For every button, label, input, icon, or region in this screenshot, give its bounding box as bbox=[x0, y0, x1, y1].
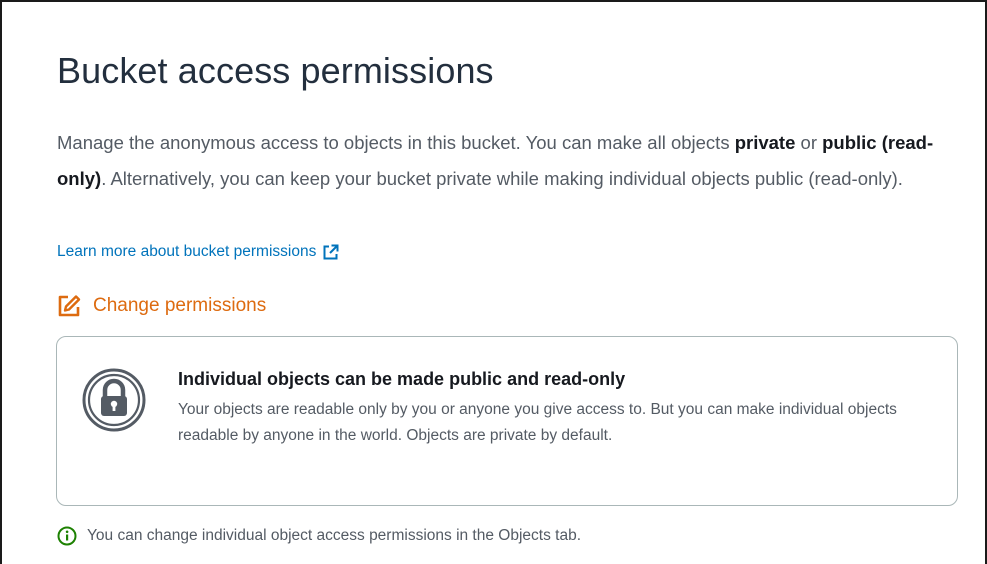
learn-more-label: Learn more about bucket permissions bbox=[57, 243, 317, 260]
frame-border-top bbox=[0, 0, 987, 2]
info-icon bbox=[57, 526, 77, 546]
description-text: . Alternatively, you can keep your bucke… bbox=[101, 168, 903, 189]
private-emphasis: private bbox=[734, 132, 796, 153]
external-link-icon bbox=[323, 244, 339, 259]
page-title: Bucket access permissions bbox=[57, 50, 494, 91]
learn-more-link[interactable]: Learn more about bucket permissions bbox=[57, 243, 339, 261]
edit-icon bbox=[58, 295, 81, 317]
description-text: or bbox=[795, 132, 823, 153]
card-title: Individual objects can be made public an… bbox=[178, 369, 626, 389]
change-permissions-button[interactable]: Change permissions bbox=[57, 294, 266, 318]
section-description: Manage the anonymous access to objects i… bbox=[57, 125, 947, 197]
permission-card: Individual objects can be made public an… bbox=[56, 336, 958, 506]
change-permissions-label: Change permissions bbox=[93, 295, 267, 316]
frame-border-left bbox=[0, 0, 2, 564]
card-description: Your objects are readable only by you or… bbox=[178, 401, 897, 444]
info-note: You can change individual object access … bbox=[57, 526, 581, 546]
description-text: Manage the anonymous access to objects i… bbox=[57, 132, 735, 153]
lock-icon bbox=[82, 368, 146, 432]
info-text: You can change individual object access … bbox=[87, 527, 581, 544]
